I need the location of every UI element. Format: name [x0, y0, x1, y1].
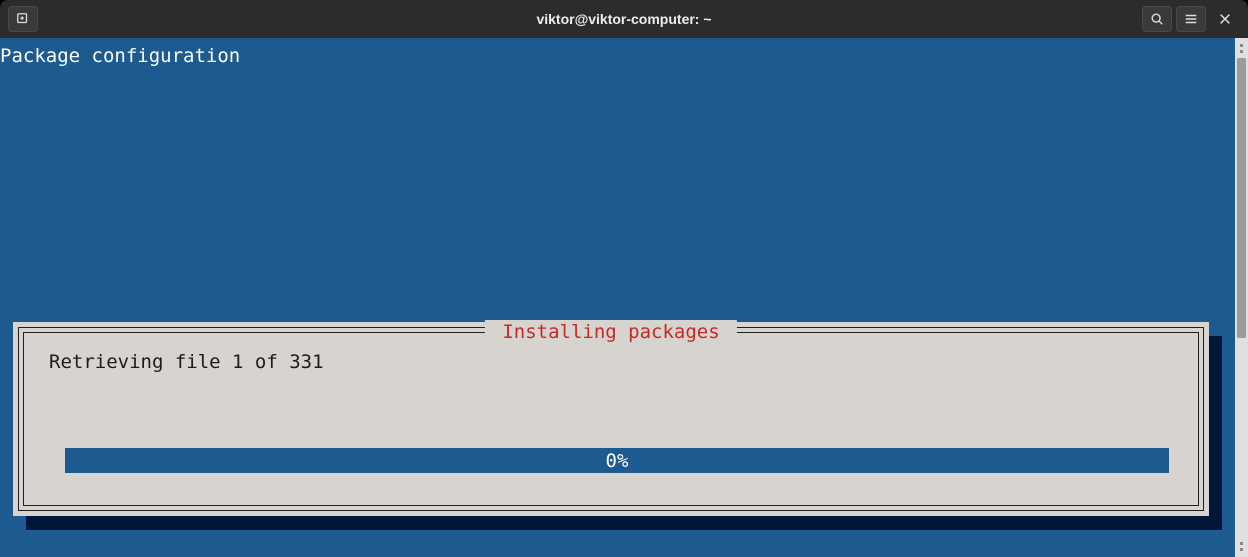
close-button[interactable] [1210, 6, 1240, 32]
menu-button[interactable] [1176, 6, 1206, 32]
search-icon [1150, 12, 1164, 26]
hamburger-icon [1184, 12, 1198, 26]
progress-bar: 0% [65, 448, 1169, 473]
new-tab-button[interactable] [8, 6, 38, 32]
window-title: viktor@viktor-computer: ~ [536, 11, 711, 27]
window-titlebar: viktor@viktor-computer: ~ [0, 0, 1248, 38]
new-tab-icon [16, 12, 30, 26]
install-dialog: Installing packages Retrieving file 1 of… [13, 322, 1209, 516]
dialog-title: Installing packages [485, 320, 737, 344]
scrollbar-thumb[interactable] [1237, 58, 1246, 338]
package-config-header: Package configuration [0, 38, 1248, 68]
scrollbar[interactable] [1235, 38, 1248, 557]
titlebar-right-group [1142, 6, 1240, 32]
search-button[interactable] [1142, 6, 1172, 32]
dialog-status-text: Retrieving file 1 of 331 [49, 350, 324, 374]
progress-percent: 0% [606, 449, 629, 473]
close-icon [1218, 12, 1232, 26]
titlebar-left-group [8, 6, 42, 32]
terminal-area[interactable]: Package configuration Installing package… [0, 38, 1248, 557]
